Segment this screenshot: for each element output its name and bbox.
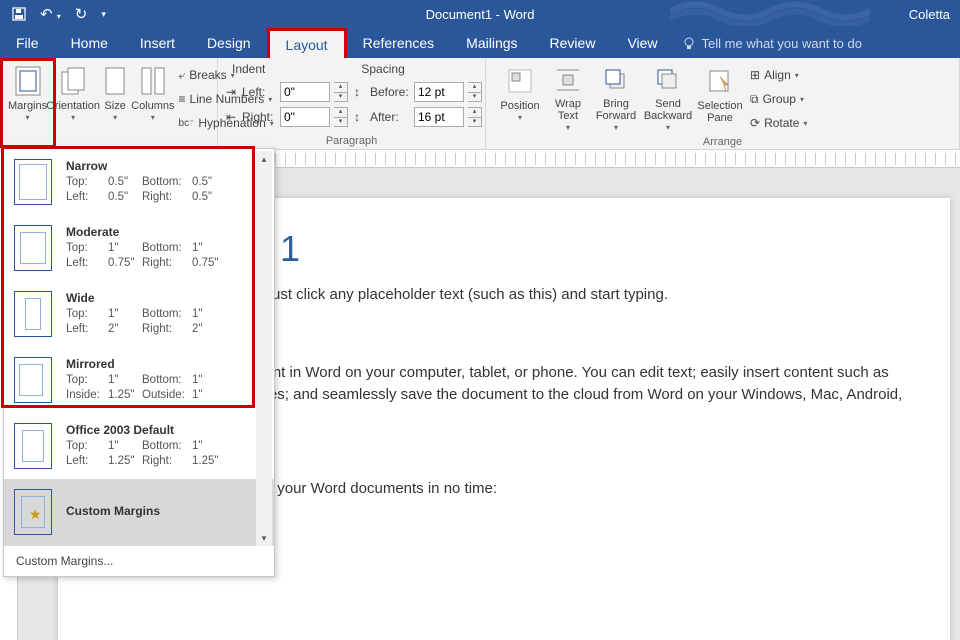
orientation-button[interactable]: Orientation▾ — [47, 62, 99, 132]
tab-insert[interactable]: Insert — [124, 28, 191, 58]
align-icon: ⊞ — [750, 68, 760, 82]
margin-thumb-icon — [14, 291, 52, 337]
ribbon: Margins▾ Orientation▾ Size▾ Columns▾ ⤶ Br… — [0, 58, 960, 150]
margin-thumb-icon — [14, 225, 52, 271]
line-numbers-icon: ≡ — [179, 92, 186, 106]
qat-more-icon[interactable]: ▾ — [101, 9, 106, 20]
indent-left-input[interactable] — [280, 82, 330, 102]
ruler-horizontal[interactable] — [275, 150, 960, 168]
size-button[interactable]: Size▾ — [99, 62, 131, 132]
margins-option-custom[interactable]: ★ Custom Margins — [4, 479, 274, 545]
wrap-text-button[interactable]: Wrap Text▾ — [546, 62, 590, 132]
margins-option-narrow[interactable]: Narrow Top:0.5"Bottom:0.5" Left:0.5"Righ… — [4, 149, 274, 215]
margins-button[interactable]: Margins▾ — [8, 62, 47, 132]
indent-right-spinner[interactable]: ▴▾ — [334, 107, 348, 127]
margins-option-wide[interactable]: Wide Top:1"Bottom:1" Left:2"Right:2" — [4, 281, 274, 347]
margins-option-mirrored[interactable]: Mirrored Top:1"Bottom:1" Inside:1.25"Out… — [4, 347, 274, 413]
bring-forward-button[interactable]: Bring Forward▾ — [590, 62, 642, 132]
before-input[interactable] — [414, 82, 464, 102]
rotate-icon: ⟳ — [750, 116, 760, 130]
columns-button[interactable]: Columns▾ — [131, 62, 174, 132]
margin-thumb-icon — [14, 159, 52, 205]
margin-thumb-icon — [14, 357, 52, 403]
margins-dropdown: Narrow Top:0.5"Bottom:0.5" Left:0.5"Righ… — [3, 148, 275, 577]
margin-thumb-icon — [14, 423, 52, 469]
margins-option-moderate[interactable]: Moderate Top:1"Bottom:1" Left:0.75"Right… — [4, 215, 274, 281]
after-input[interactable] — [414, 107, 464, 127]
indent-left-icon: ⇥ — [226, 85, 238, 99]
decorative-waves — [670, 0, 870, 26]
titlebar: ↶ ▾ ↻ ▾ Document1 - Word Coletta — [0, 0, 960, 28]
after-spinner[interactable]: ▴▾ — [468, 107, 482, 127]
tab-mailings[interactable]: Mailings — [450, 28, 533, 58]
align-button[interactable]: ⊞Align▾ — [746, 64, 811, 86]
tab-layout[interactable]: Layout — [267, 28, 347, 58]
tab-view[interactable]: View — [611, 28, 673, 58]
before-icon: ↕ — [354, 85, 366, 99]
indent-right-icon: ⇤ — [226, 110, 238, 124]
redo-icon[interactable]: ↻ — [75, 5, 88, 23]
undo-icon[interactable]: ↶ ▾ — [40, 5, 61, 23]
tab-references[interactable]: References — [347, 28, 451, 58]
hyphenation-icon: bc⁻ — [179, 118, 195, 129]
tab-file[interactable]: File — [0, 28, 55, 58]
breaks-icon: ⤶ — [179, 68, 186, 83]
bulb-icon — [682, 36, 696, 50]
custom-margins-command[interactable]: Custom Margins... — [4, 545, 274, 576]
tab-design[interactable]: Design — [191, 28, 267, 58]
tab-review[interactable]: Review — [534, 28, 612, 58]
margins-option-office-2003-default[interactable]: Office 2003 Default Top:1"Bottom:1" Left… — [4, 413, 274, 479]
after-icon: ↕ — [354, 110, 366, 124]
group-button[interactable]: ⧉Group▾ — [746, 88, 811, 110]
indent-left-spinner[interactable]: ▴▾ — [334, 82, 348, 102]
document-title: Document1 - Word — [426, 7, 535, 22]
selection-pane-button[interactable]: Selection Pane — [694, 62, 746, 132]
tell-me[interactable]: Tell me what you want to do — [682, 36, 862, 51]
user-name[interactable]: Coletta — [909, 7, 950, 22]
save-icon[interactable] — [12, 7, 26, 21]
menu-scrollbar[interactable]: ▴▾ — [256, 151, 272, 546]
before-spinner[interactable]: ▴▾ — [468, 82, 482, 102]
send-backward-button[interactable]: Send Backward▾ — [642, 62, 694, 132]
group-icon: ⧉ — [750, 92, 759, 107]
position-button[interactable]: Position▾ — [494, 62, 546, 132]
tab-home[interactable]: Home — [55, 28, 124, 58]
rotate-button[interactable]: ⟳Rotate▾ — [746, 112, 811, 134]
indent-right-input[interactable] — [280, 107, 330, 127]
ribbon-tabs: File Home Insert Design Layout Reference… — [0, 28, 960, 58]
